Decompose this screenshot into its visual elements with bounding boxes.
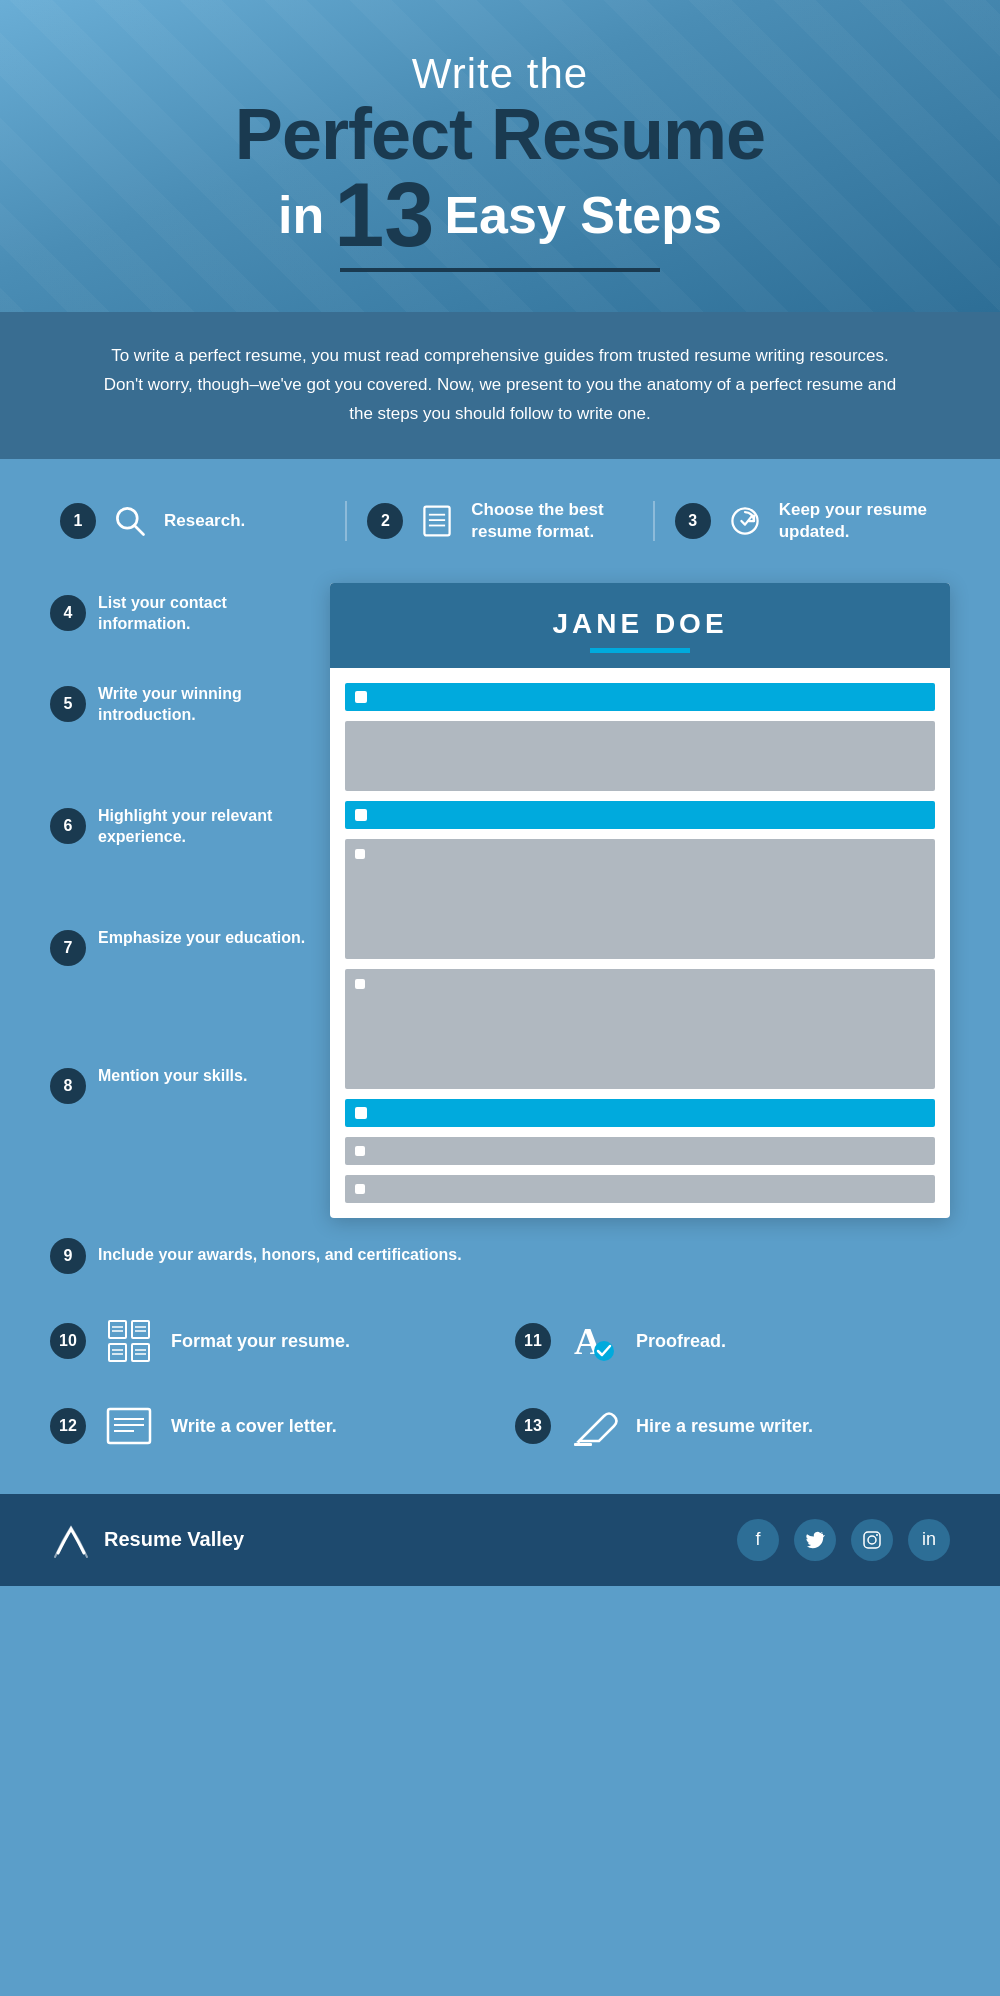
facebook-icon[interactable]: f [737,1519,779,1561]
step-2-label: Choose the best resume format. [471,499,632,543]
footer-logo: Resume Valley [50,1519,244,1561]
resume-header: JANE DOE [330,583,950,668]
step-2-number: 2 [367,503,403,539]
divider-1 [345,501,347,541]
step-7: 7 Emphasize your education. [50,928,310,966]
svg-line-1 [135,525,144,534]
step-8: 8 Mention your skills. [50,1066,310,1104]
proofread-icon: A [566,1314,621,1369]
logo-icon [50,1519,92,1561]
instagram-icon[interactable] [851,1519,893,1561]
step-13-label: Hire a resume writer. [636,1415,813,1438]
cover-letter-icon [101,1399,156,1454]
intro-box: To write a perfect resume, you must read… [0,312,1000,459]
resume-skills-bar [345,1099,935,1127]
step-12-label: Write a cover letter. [171,1415,337,1438]
step-11-label: Proofread. [636,1330,726,1353]
resume-mock: JANE DOE [330,583,950,1218]
header-line1: Write the [80,50,920,98]
header-easy-steps: Easy Steps [444,185,722,245]
bottom-steps-grid: 10 Format your resume. [50,1314,950,1454]
resume-edu-content [345,969,935,1089]
document-icon [415,499,459,543]
svg-rect-10 [132,1344,149,1361]
step-7-number: 7 [50,930,86,966]
header-in: in [278,185,324,245]
step-10-number: 10 [50,1323,86,1359]
main-content: 1 Research. 2 Choose the best re [0,459,1000,1494]
intro-text: To write a perfect resume, you must read… [100,342,900,429]
header-number: 13 [334,170,434,260]
resume-intro-bar [345,683,935,711]
linkedin-icon[interactable]: in [908,1519,950,1561]
step-11-number: 11 [515,1323,551,1359]
step-12: 12 Write a cover letter. [50,1399,485,1454]
search-icon [108,499,152,543]
twitter-icon[interactable] [794,1519,836,1561]
svg-rect-9 [109,1344,126,1361]
step-1-number: 1 [60,503,96,539]
step-5: 5 Write your winning introduction. [50,684,310,726]
step-5-number: 5 [50,686,86,722]
step-6: 6 Highlight your relevant experience. [50,806,310,848]
step-7-label: Emphasize your education. [98,928,305,949]
step-1-label: Research. [164,510,245,532]
svg-point-29 [876,1534,878,1536]
divider-2 [653,501,655,541]
step-11: 11 A Proofread. [515,1314,950,1369]
step-4: 4 List your contact information. [50,593,310,635]
left-steps-column: 4 List your contact information. 5 Write… [50,583,310,1218]
resume-skills-row2 [345,1175,935,1203]
step-12-number: 12 [50,1408,86,1444]
step-9-label: Include your awards, honors, and certifi… [98,1245,462,1266]
step-4-label: List your contact information. [98,593,310,635]
step-6-label: Highlight your relevant experience. [98,806,310,848]
step-3-label: Keep your resume updated. [779,499,940,543]
svg-rect-8 [132,1321,149,1338]
header-line3: in 13 Easy Steps [80,170,920,260]
step-3-number: 3 [675,503,711,539]
resume-body [330,668,950,1218]
page-header: Write the Perfect Resume in 13 Easy Step… [0,0,1000,312]
top-steps-row: 1 Research. 2 Choose the best re [50,499,950,543]
step-9: 9 Include your awards, honors, and certi… [50,1238,950,1274]
step-4-number: 4 [50,595,86,631]
update-icon [723,499,767,543]
resume-exp-bar [345,801,935,829]
header-line2: Perfect Resume [80,98,920,170]
step-2: 2 Choose the best resume format. [367,499,632,543]
step-13-number: 13 [515,1408,551,1444]
step-6-number: 6 [50,808,86,844]
footer: Resume Valley f in [0,1494,1000,1586]
resume-section: 4 List your contact information. 5 Write… [50,583,950,1218]
step-13: 13 Hire a resume writer. [515,1399,950,1454]
step-10: 10 Format your resume. [50,1314,485,1369]
step-3: 3 Keep your resume updated. [675,499,940,543]
step-1: 1 Research. [60,499,325,543]
header-underline [340,268,660,272]
step-8-number: 8 [50,1068,86,1104]
resume-name-underline [590,648,690,653]
step-5-label: Write your winning introduction. [98,684,310,726]
writer-icon [566,1399,621,1454]
svg-rect-7 [109,1321,126,1338]
svg-point-28 [868,1536,876,1544]
svg-rect-26 [574,1443,592,1446]
resume-intro-content [345,721,935,791]
step-9-number: 9 [50,1238,86,1274]
format-icon [101,1314,156,1369]
resume-skills-row1 [345,1137,935,1165]
resume-name: JANE DOE [350,608,930,640]
svg-line-25 [589,1416,604,1431]
step-10-label: Format your resume. [171,1330,350,1353]
footer-brand: Resume Valley [104,1528,244,1551]
step-8-label: Mention your skills. [98,1066,247,1087]
resume-exp-content [345,839,935,959]
footer-social: f in [737,1519,950,1561]
